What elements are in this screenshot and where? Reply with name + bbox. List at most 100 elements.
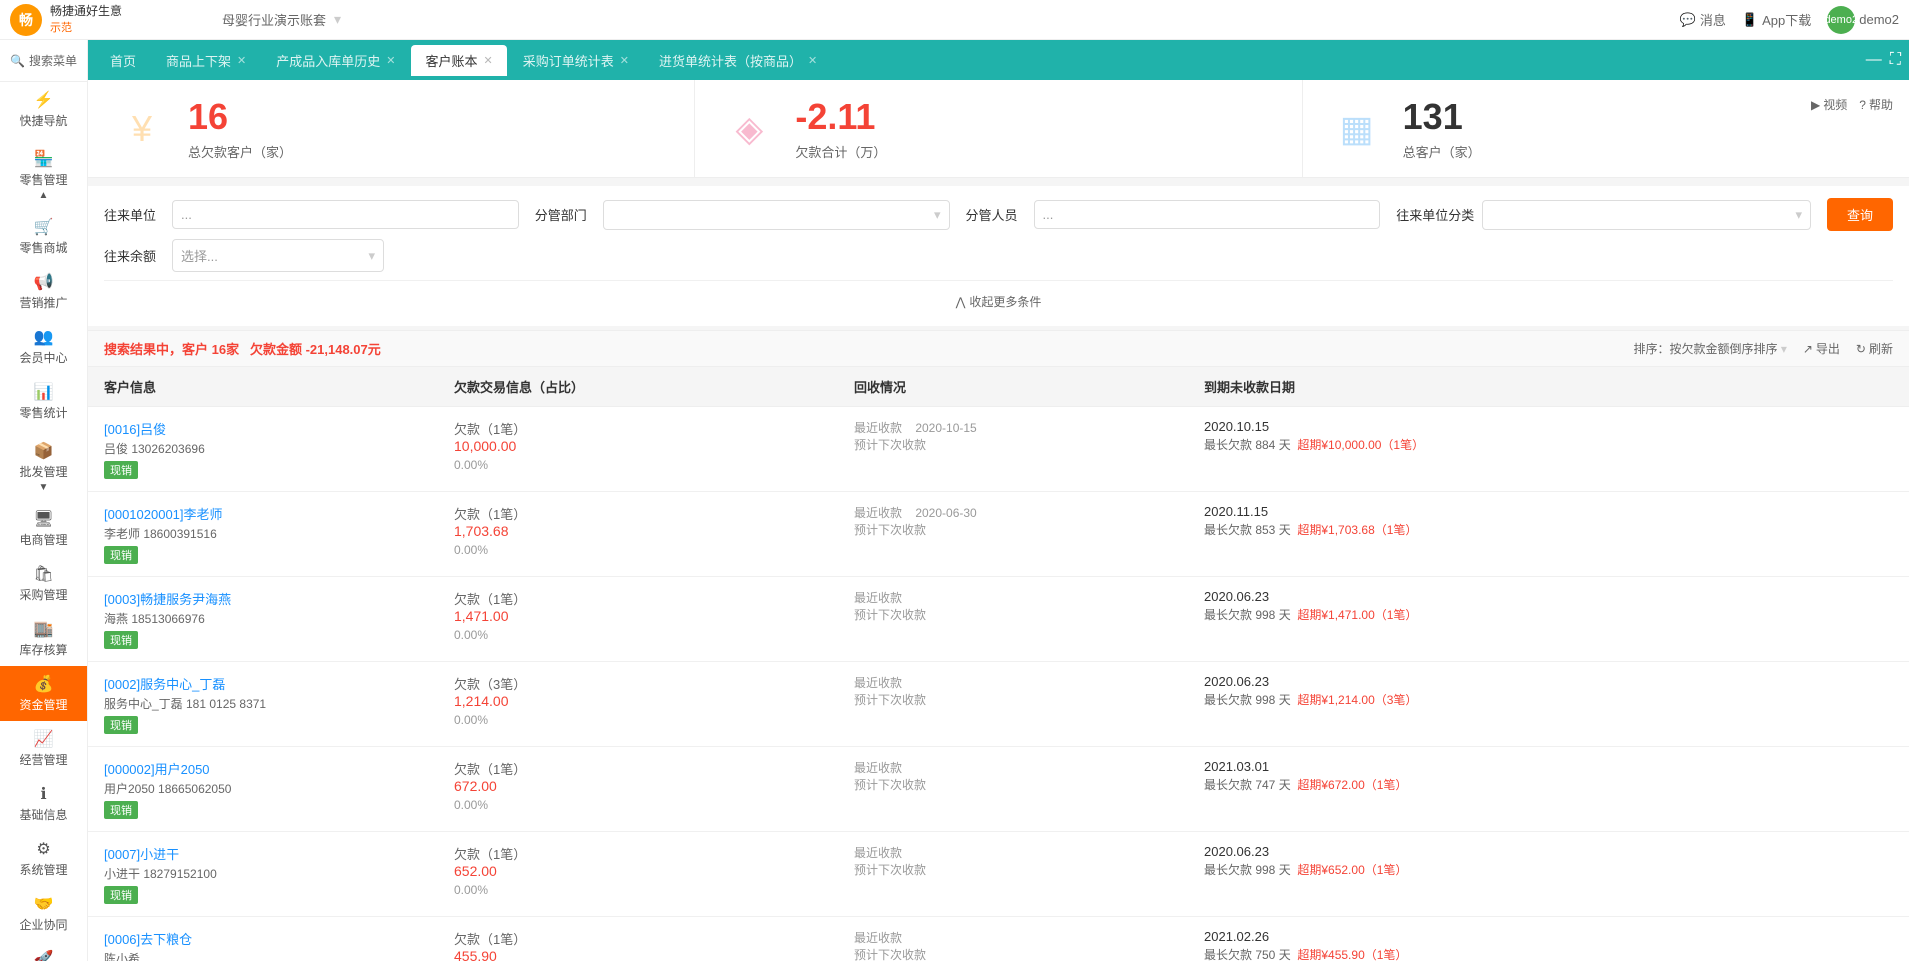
- customer-name-2[interactable]: [0003]畅捷服务尹海燕: [104, 592, 231, 607]
- overdue-amount-3[interactable]: 超期¥1,214.00（3笔）: [1297, 693, 1417, 707]
- debt-info-6: 欠款（1笔） 455.90 0.00%: [454, 929, 854, 961]
- sidebar-item-retail-mgmt[interactable]: 🏪 零售管理 ▲: [0, 141, 87, 209]
- export-btn[interactable]: ↗ 导出: [1803, 340, 1840, 357]
- search-button[interactable]: 查询: [1827, 198, 1893, 231]
- user-profile-btn[interactable]: demo2 demo2: [1827, 6, 1899, 34]
- sidebar-item-system[interactable]: ⚙ 系统管理: [0, 831, 87, 886]
- sidebar-item-purchase[interactable]: 🛍 采购管理: [0, 556, 87, 611]
- app-download-btn[interactable]: 📱 App下载: [1742, 10, 1811, 29]
- company-dropdown-icon[interactable]: ▾: [334, 11, 341, 28]
- sidebar-item-collab[interactable]: 🤝 企业协同: [0, 886, 87, 941]
- refresh-btn[interactable]: ↻ 刷新: [1856, 340, 1893, 357]
- tab-bar-actions: — ⛶: [1866, 51, 1901, 69]
- tab-customer-account-close[interactable]: ✕: [484, 54, 493, 67]
- sidebar-item-basic-info[interactable]: ℹ 基础信息: [0, 776, 87, 831]
- tab-product-history[interactable]: 产成品入库单历史 ✕: [262, 45, 409, 76]
- result-text: 搜索结果中，客户 16家 欠款金额 -21,148.07元: [104, 339, 381, 358]
- stats-row: ¥ 16 总欠款客户（家） ◈ -2.11 欠款合计（万）: [88, 80, 1909, 178]
- sidebar-item-inventory[interactable]: 🏬 库存核算: [0, 611, 87, 666]
- sidebar-item-member[interactable]: 👥 会员中心: [0, 319, 87, 374]
- customer-name-0[interactable]: [0016]吕俊: [104, 422, 166, 437]
- tab-minimize-btn[interactable]: —: [1866, 51, 1882, 69]
- sort-dropdown-icon[interactable]: ▾: [1781, 342, 1787, 356]
- tab-customer-account-label: 客户账本: [425, 51, 477, 70]
- stat-card-debt-customers: ¥ 16 总欠款客户（家）: [88, 80, 695, 177]
- tab-incoming-stats-close[interactable]: ✕: [808, 54, 817, 67]
- filter-unit-category-label: 往来单位分类: [1396, 205, 1474, 224]
- customer-tag-0: 现销: [104, 461, 138, 479]
- debt-count-2: 欠款（1笔）: [454, 589, 854, 608]
- search-menu-btn[interactable]: 🔍 搜索菜单: [6, 48, 81, 73]
- help-action-btn[interactable]: ? 帮助: [1859, 96, 1893, 113]
- customer-name-4[interactable]: [000002]用户2050: [104, 762, 210, 777]
- sidebar-item-retail-stats[interactable]: 📊 零售统计: [0, 374, 87, 429]
- header-customer-info: 客户信息: [104, 377, 454, 396]
- customer-name-6[interactable]: [0006]去下粮仓: [104, 932, 192, 947]
- sidebar-item-guide[interactable]: 🚀 新手引导: [0, 941, 87, 961]
- tab-product-history-close[interactable]: ✕: [386, 54, 395, 67]
- tab-home[interactable]: 首页: [96, 45, 150, 76]
- overdue-info-5: 2020.06.23 最长欠款 998 天 超期¥652.00（1笔）: [1204, 844, 1893, 878]
- collapse-btn[interactable]: ⋀ 收起更多条件: [104, 289, 1893, 314]
- overdue-amount-6[interactable]: 超期¥455.90（1笔）: [1297, 948, 1407, 961]
- sidebar-item-finance[interactable]: 💰 资金管理: [0, 666, 87, 721]
- tab-purchase-order-close[interactable]: ✕: [620, 54, 629, 67]
- tab-maximize-btn[interactable]: ⛶: [1890, 51, 1901, 69]
- sidebar-item-batch-mgmt[interactable]: 📦 批发管理 ▼: [0, 433, 87, 501]
- stat-label-total-debt: 欠款合计（万）: [795, 142, 886, 161]
- sidebar-item-marketing[interactable]: 📢 营销推广: [0, 264, 87, 319]
- content-area: 首页 商品上下架 ✕ 产成品入库单历史 ✕ 客户账本 ✕ 采购订单统计表 ✕: [88, 40, 1909, 961]
- user-name: demo2: [1859, 12, 1899, 27]
- overdue-amount-1[interactable]: 超期¥1,703.68（1笔）: [1297, 523, 1417, 537]
- tab-incoming-stats[interactable]: 进货单统计表（按商品） ✕: [645, 45, 831, 76]
- overdue-days-4: 最长欠款 747 天 超期¥672.00（1笔）: [1204, 776, 1893, 793]
- debt-amount-0: 10,000.00: [454, 438, 854, 454]
- sidebar-item-ecommerce[interactable]: 🖥 电商管理: [0, 501, 87, 556]
- tab-product-offline[interactable]: 商品上下架 ✕: [152, 45, 260, 76]
- customer-info-2: [0003]畅捷服务尹海燕 海燕 18513066976 现销: [104, 589, 454, 649]
- filter-dept-select[interactable]: ▾: [603, 200, 950, 230]
- tab-purchase-order[interactable]: 采购订单统计表 ✕: [509, 45, 643, 76]
- table-row: [000002]用户2050 用户2050 18665062050 现销 欠款（…: [88, 747, 1909, 832]
- retail-stats-icon: 📊: [34, 382, 54, 402]
- result-info: 搜索结果中，客户 16家 欠款金额 -21,148.07元 排序：按欠款金额倒序…: [88, 330, 1909, 367]
- overdue-days-5: 最长欠款 998 天 超期¥652.00（1笔）: [1204, 861, 1893, 878]
- overdue-days-3: 最长欠款 998 天 超期¥1,214.00（3笔）: [1204, 691, 1893, 708]
- debt-info-2: 欠款（1笔） 1,471.00 0.00%: [454, 589, 854, 642]
- customer-name-1[interactable]: [0001020001]李老师: [104, 507, 223, 522]
- debt-percent-5: 0.00%: [454, 883, 854, 897]
- sidebar-item-retail-mall[interactable]: 🛒 零售商城: [0, 209, 87, 264]
- sidebar-item-operation[interactable]: 📈 经营管理: [0, 721, 87, 776]
- filter-manager-input[interactable]: ...: [1034, 200, 1381, 229]
- result-customer-count: 16家: [212, 342, 239, 357]
- customer-info-1: [0001020001]李老师 李老师 18600391516 现销: [104, 504, 454, 564]
- search-icon: 🔍: [10, 54, 25, 68]
- customer-phone-1: 李老师 18600391516: [104, 525, 454, 542]
- filter-from-unit-input[interactable]: ...: [172, 200, 519, 229]
- filter-unit-category-select[interactable]: ▾: [1482, 200, 1811, 230]
- overdue-amount-5[interactable]: 超期¥652.00（1笔）: [1297, 863, 1407, 877]
- company-name[interactable]: 母婴行业演示账套: [222, 10, 326, 29]
- sidebar-item-quick-nav[interactable]: ⚡ 快捷导航: [0, 82, 87, 137]
- app-download-icon: 📱: [1742, 12, 1758, 28]
- debt-amount-5: 652.00: [454, 863, 854, 879]
- sidebar-search-area: 🔍 搜索菜单: [0, 40, 87, 82]
- customer-name-3[interactable]: [0002]服务中心_丁磊: [104, 677, 225, 692]
- topbar-right: 💬 消息 📱 App下载 demo2 demo2: [1680, 6, 1899, 34]
- customer-info-0: [0016]吕俊 吕俊 13026203696 现销: [104, 419, 454, 479]
- customer-name-5[interactable]: [0007]小进干: [104, 847, 179, 862]
- result-debt-total: -21,148.07元: [306, 342, 381, 357]
- tab-product-offline-close[interactable]: ✕: [237, 54, 246, 67]
- next-payment-label-6: 预计下次收款: [854, 946, 1204, 961]
- overdue-amount-4[interactable]: 超期¥672.00（1笔）: [1297, 778, 1407, 792]
- video-action-btn[interactable]: ▶ 视频: [1811, 96, 1847, 113]
- next-payment-label-1: 预计下次收款: [854, 521, 1204, 538]
- message-btn[interactable]: 💬 消息: [1680, 10, 1726, 29]
- overdue-amount-0[interactable]: 超期¥10,000.00（1笔）: [1297, 438, 1424, 452]
- overdue-amount-2[interactable]: 超期¥1,471.00（1笔）: [1297, 608, 1417, 622]
- filter-balance-select[interactable]: 选择... ▾: [172, 239, 384, 272]
- customer-phone-2: 海燕 18513066976: [104, 610, 454, 627]
- tab-customer-account[interactable]: 客户账本 ✕: [411, 45, 506, 76]
- customer-phone-3: 服务中心_丁磊 181 0125 8371: [104, 695, 454, 712]
- stat-label-total-customers: 总客户（家）: [1403, 142, 1481, 161]
